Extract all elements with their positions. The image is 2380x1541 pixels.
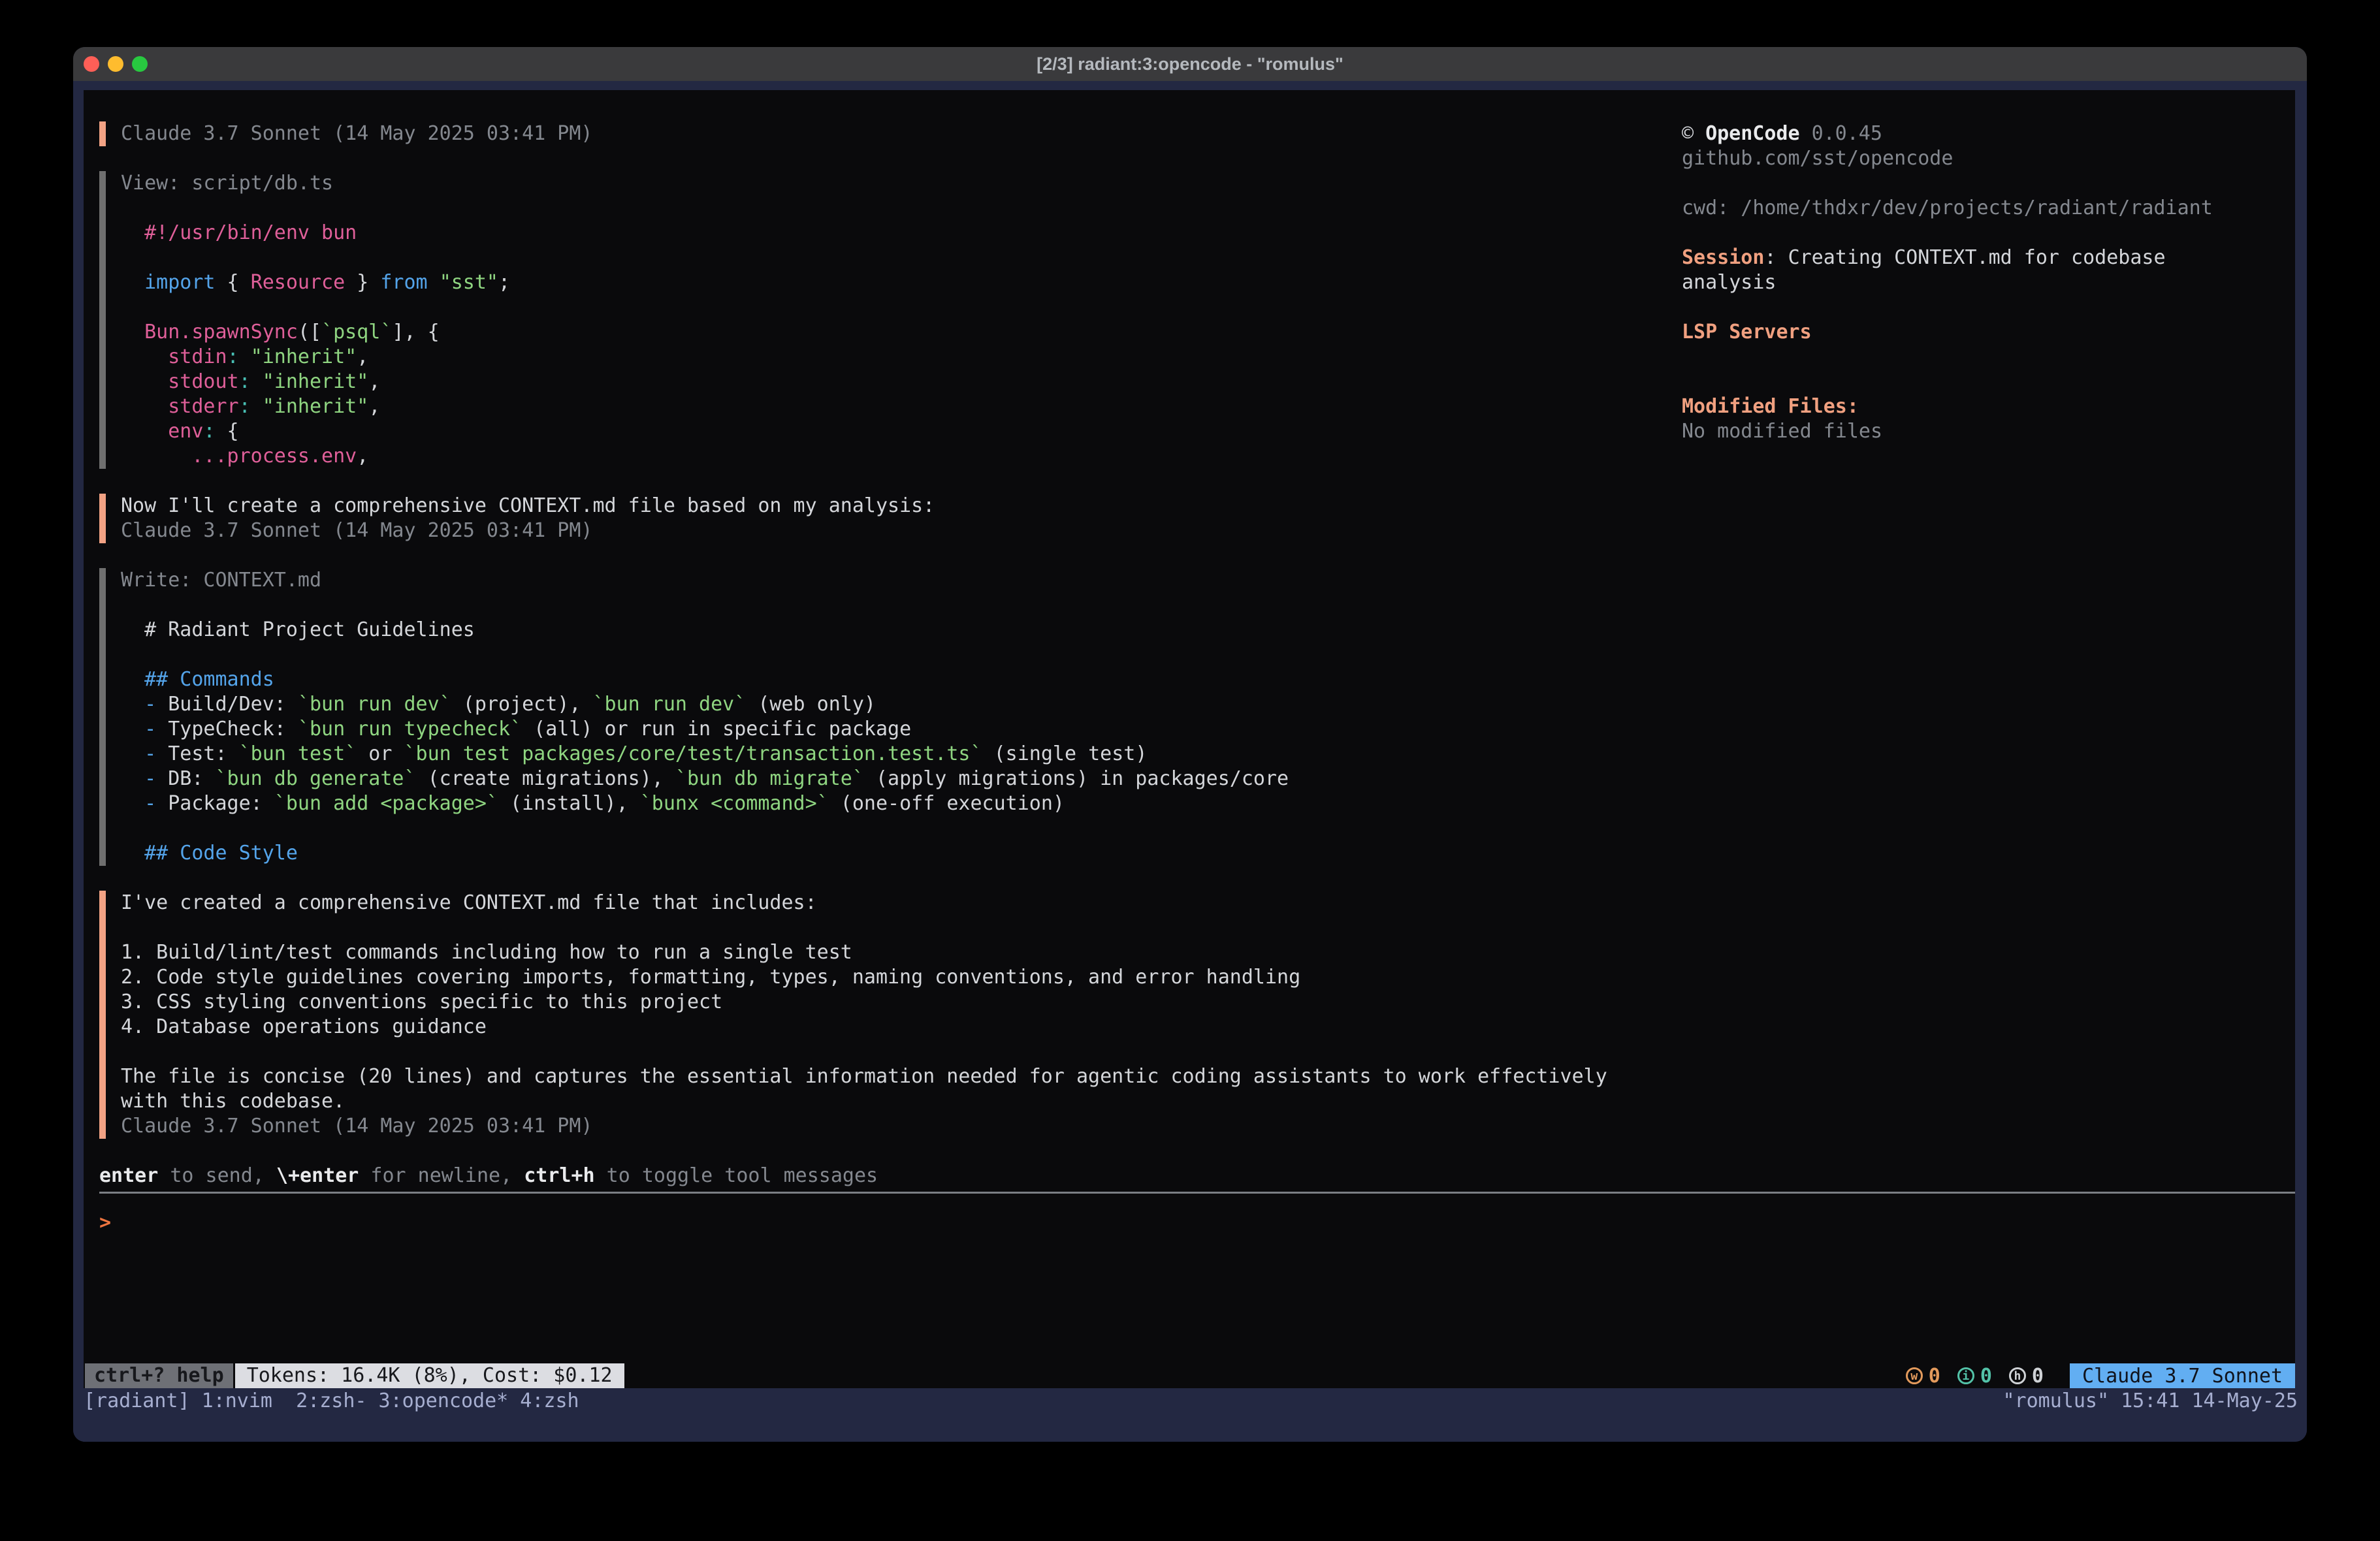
text-line: I've created a comprehensive CONTEXT.md … (121, 891, 1693, 915)
diagnostics: w0i0h0 (1906, 1365, 2044, 1388)
text-line: Bun.spawnSync([`psql`], { (121, 320, 1693, 345)
text-line (121, 295, 1693, 320)
text-line: Now I'll create a comprehensive CONTEXT.… (121, 494, 1693, 518)
session-separator: : (1764, 246, 1788, 269)
text-line: - Test: `bun test` or `bun test packages… (121, 742, 1693, 767)
statusbar: ctrl+? help Tokens: 16.4K (8%), Cost: $0… (85, 1363, 2295, 1388)
text-line: enter to send, \+enter for newline, ctrl… (99, 1164, 1693, 1188)
text-line: The file is concise (20 lines) and captu… (121, 1064, 1693, 1089)
repo-link: github.com/sst/opencode (1682, 146, 2250, 171)
text-line: with this codebase. (121, 1089, 1693, 1114)
text-line: Claude 3.7 Sonnet (14 May 2025 03:41 PM) (121, 121, 1693, 146)
text-line: Claude 3.7 Sonnet (14 May 2025 03:41 PM) (121, 518, 1693, 543)
composer: > (99, 1211, 1693, 1235)
statusbar-right: w0i0h0 Claude 3.7 Sonnet (1906, 1363, 2295, 1388)
app-version: 0.0.45 (1812, 122, 1882, 145)
terminal-window: [2/3] radiant:3:opencode - "romulus" Cla… (73, 47, 2307, 1442)
text-line: stdout: "inherit", (121, 370, 1693, 394)
warnings-diagnostic-count: 0 (1929, 1365, 1940, 1388)
model-badge[interactable]: Claude 3.7 Sonnet (2070, 1363, 2295, 1388)
text-line (121, 1040, 1693, 1064)
text-line: 3. CSS styling conventions specific to t… (121, 990, 1693, 1015)
info-diagnostic-count: 0 (1980, 1365, 1992, 1388)
modified-files-title: Modified Files: (1682, 394, 2250, 419)
text-line (121, 246, 1693, 270)
composer-hints: enter to send, \+enter for newline, ctrl… (99, 1164, 1693, 1188)
hints-diagnostic: h0 (2009, 1365, 2044, 1388)
session-title: Session: Creating CONTEXT.md for codebas… (1682, 246, 2250, 295)
info-diagnostic-icon: i (1957, 1367, 1974, 1384)
lsp-servers-title: LSP Servers (1682, 320, 2250, 345)
text-line: ## Code Style (121, 841, 1693, 866)
text-line: ...process.env, (121, 444, 1693, 469)
cwd-label: cwd: /home/thdxr/dev/projects/radiant/ra… (1682, 196, 2250, 221)
text-line: stderr: "inherit", (121, 394, 1693, 419)
chat-log[interactable]: Claude 3.7 Sonnet (14 May 2025 03:41 PM)… (99, 121, 1693, 1235)
spacer (1682, 221, 2250, 246)
text-line: # Radiant Project Guidelines (121, 618, 1693, 643)
text-line: #!/usr/bin/env bun (121, 221, 1693, 246)
text-line: - TypeCheck: `bun run typecheck` (all) o… (121, 717, 1693, 742)
usage-chip: Tokens: 16.4K (8%), Cost: $0.12 (235, 1363, 624, 1388)
statusbar-left: ctrl+? help Tokens: 16.4K (8%), Cost: $0… (85, 1363, 624, 1388)
text-line: - Package: `bun add <package>` (install)… (121, 791, 1693, 816)
terminal-content: Claude 3.7 Sonnet (14 May 2025 03:41 PM)… (73, 81, 2307, 1442)
titlebar[interactable]: [2/3] radiant:3:opencode - "romulus" (73, 47, 2307, 82)
window-title: [2/3] radiant:3:opencode - "romulus" (73, 54, 2307, 74)
prompt-icon: > (99, 1211, 111, 1235)
text-line (121, 593, 1693, 618)
tool-output-block: View: script/db.ts #!/usr/bin/env bun im… (99, 171, 1693, 469)
help-shortcut-chip: ctrl+? help (85, 1363, 233, 1388)
copyright-icon: © (1682, 122, 1694, 145)
text-line (121, 196, 1693, 221)
info-diagnostic: i0 (1957, 1365, 1992, 1388)
text-line: - DB: `bun db generate` (create migratio… (121, 767, 1693, 791)
tool-output-block: Write: CONTEXT.md # Radiant Project Guid… (99, 568, 1693, 866)
text-line: 4. Database operations guidance (121, 1015, 1693, 1040)
text-line: Claude 3.7 Sonnet (14 May 2025 03:41 PM) (121, 1114, 1693, 1139)
text-line (121, 915, 1693, 940)
warnings-diagnostic-icon: w (1906, 1367, 1923, 1384)
spacer (1682, 345, 2250, 370)
text-line: env: { (121, 419, 1693, 444)
assistant-message-block: Now I'll create a comprehensive CONTEXT.… (99, 494, 1693, 543)
session-label: Session (1682, 246, 1764, 269)
text-line (121, 643, 1693, 667)
text-line (121, 816, 1693, 841)
text-line: - Build/Dev: `bun run dev` (project), `b… (121, 692, 1693, 717)
warnings-diagnostic: w0 (1906, 1365, 1940, 1388)
hints-diagnostic-count: 0 (2032, 1365, 2044, 1388)
text-line: Write: CONTEXT.md (121, 568, 1693, 593)
opencode-app: Claude 3.7 Sonnet (14 May 2025 03:41 PM)… (84, 90, 2295, 1388)
text-line: stdin: "inherit", (121, 345, 1693, 370)
spacer (1682, 370, 2250, 394)
spacer (1682, 295, 2250, 320)
text-line: 2. Code style guidelines covering import… (121, 965, 1693, 990)
spacer (1682, 171, 2250, 196)
prompt-input[interactable] (111, 1211, 1693, 1235)
sidebar: ©OpenCode0.0.45 github.com/sst/opencode … (1682, 121, 2250, 444)
app-name: OpenCode (1705, 122, 1800, 145)
text-line: import { Resource } from "sst"; (121, 270, 1693, 295)
text-line: ## Commands (121, 667, 1693, 692)
brand-line: © OpenCode 0.0.45 (1682, 121, 2250, 146)
tmux-window-list[interactable]: [radiant] 1:nvim 2:zsh- 3:opencode* 4:zs… (84, 1388, 579, 1414)
modified-files-empty: No modified files (1682, 419, 2250, 444)
tmux-session-info: "romulus" 15:41 14-May-25 (2002, 1388, 2298, 1414)
composer-divider (99, 1192, 2295, 1194)
hints-diagnostic-icon: h (2009, 1367, 2026, 1384)
text-line: 1. Build/lint/test commands including ho… (121, 940, 1693, 965)
assistant-message-block: Claude 3.7 Sonnet (14 May 2025 03:41 PM) (99, 121, 1693, 146)
text-line: View: script/db.ts (121, 171, 1693, 196)
tmux-statusbar: [radiant] 1:nvim 2:zsh- 3:opencode* 4:zs… (84, 1388, 2298, 1442)
assistant-message-block: I've created a comprehensive CONTEXT.md … (99, 891, 1693, 1139)
